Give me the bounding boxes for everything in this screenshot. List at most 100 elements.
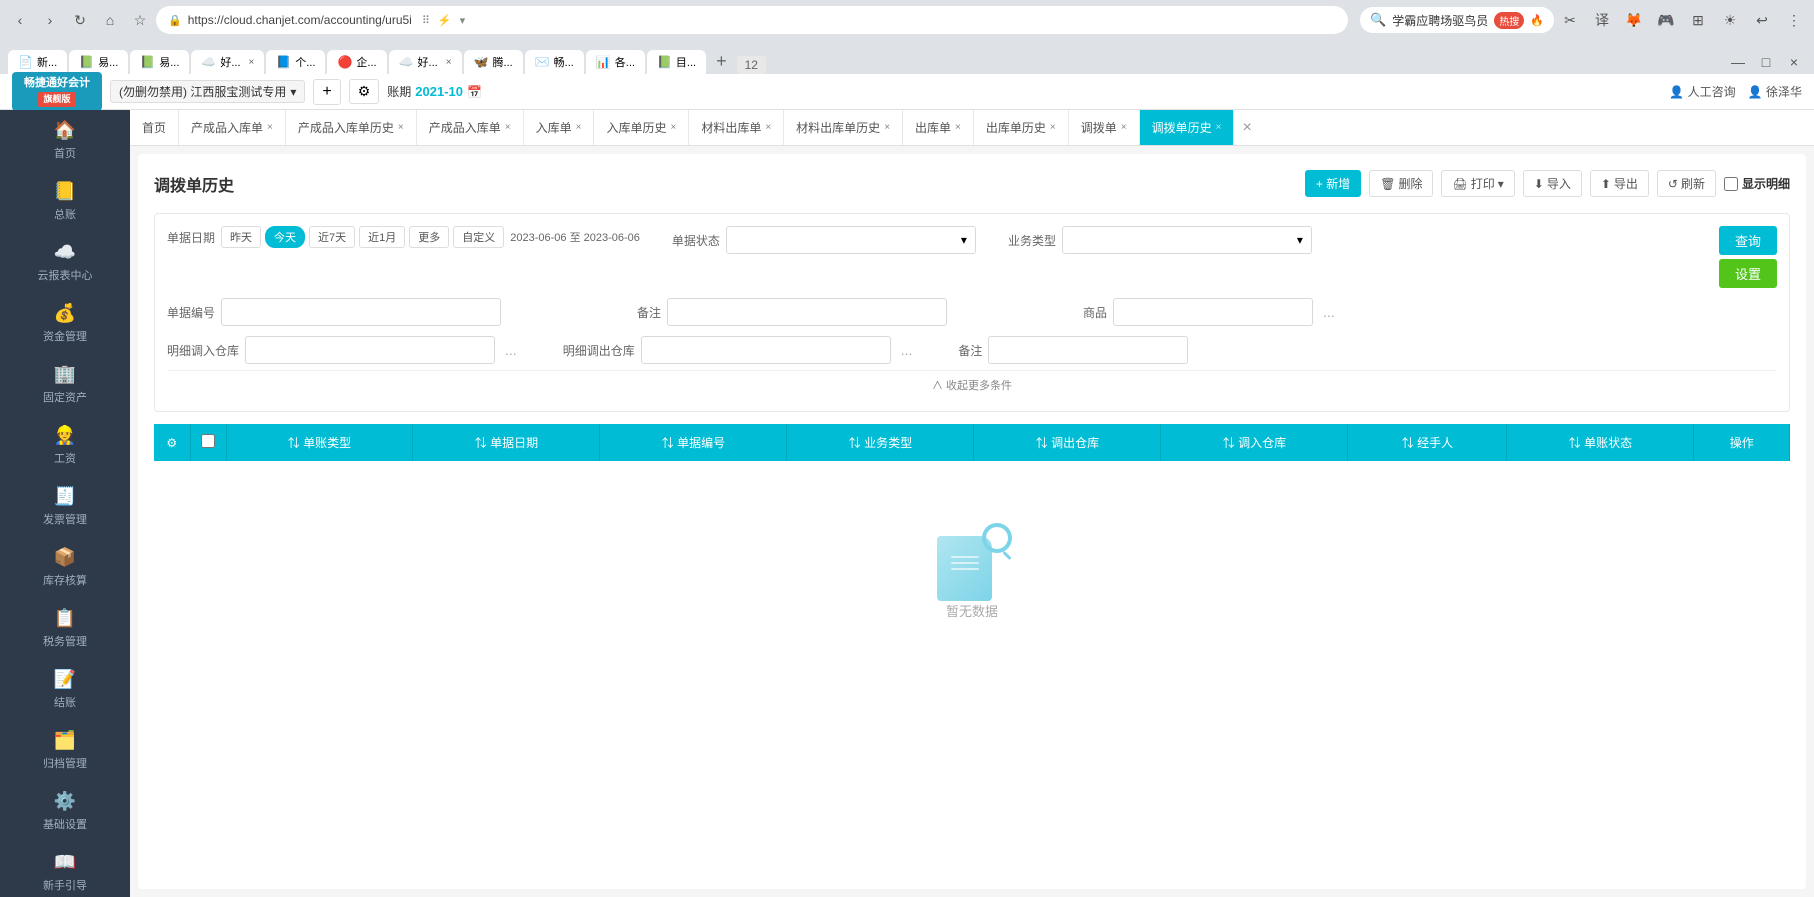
sidebar-item-payroll[interactable]: 👷 工资 [0,415,130,476]
select-all-checkbox[interactable] [201,434,215,448]
sidebar-item-close[interactable]: 📝 结账 [0,659,130,720]
browser-tab-0[interactable]: 📄 新... [8,50,67,74]
browser-tab-9[interactable]: 📊 各... [586,50,645,74]
page-tab-6[interactable]: 材料出库单 × [689,110,784,146]
page-tab-3[interactable]: 产成品入库单 × [417,110,524,146]
display-toggle-label[interactable]: 显示明细 [1724,175,1790,192]
page-tab-4[interactable]: 入库单 × [524,110,595,146]
maximize-button[interactable]: □ [1754,50,1778,74]
browser-tab-2[interactable]: 📗 易... [130,50,189,74]
page-tab-8[interactable]: 出库单 × [903,110,974,146]
refresh-doc-button[interactable]: ↺ 刷新 [1657,170,1716,197]
translate-button[interactable]: 译 [1590,8,1614,32]
collapse-filter-button[interactable]: ∧ 收起更多条件 [167,370,1777,399]
sidebar-item-tax[interactable]: 📋 税务管理 [0,598,130,659]
sidebar-item-inventory[interactable]: 📦 库存核算 [0,537,130,598]
page-tab-2[interactable]: 产成品入库单历史 × [286,110,417,146]
tab-close-6[interactable]: × [446,57,452,68]
sidebar-item-archive[interactable]: 🗂️ 归档管理 [0,720,130,781]
back-button[interactable]: ‹ [8,8,32,32]
page-tab-3-close[interactable]: × [505,122,511,133]
browser-tab-1[interactable]: 📗 易... [69,50,128,74]
page-tab-2-close[interactable]: × [398,122,404,133]
page-tab-7-close[interactable]: × [884,122,890,133]
close-all-tabs-button[interactable]: × [1234,119,1259,137]
delete-doc-button[interactable]: 🗑 删除 [1369,170,1433,197]
sidebar-item-invoice[interactable]: 🧾 发票管理 [0,476,130,537]
date-btn-custom[interactable]: 自定义 [453,226,504,248]
tab-count-badge[interactable]: 12 [737,56,766,74]
sidebar-item-report[interactable]: ☁️ 云报表中心 [0,232,130,293]
browser-tab-6[interactable]: ☁️ 好... × [389,50,462,74]
user-info[interactable]: 👤 徐泽华 [1748,83,1802,100]
detail-out-input[interactable] [641,336,891,364]
tab-close-3[interactable]: × [249,57,255,68]
date-btn-yesterday[interactable]: 昨天 [221,226,261,248]
note2-input[interactable] [988,336,1188,364]
page-tab-1-close[interactable]: × [267,122,273,133]
page-tab-9[interactable]: 出库单历史 × [974,110,1069,146]
biztype-select[interactable]: ▾ [1062,226,1312,254]
address-bar[interactable]: 🔒 https://cloud.chanjet.com/accounting/u… [156,6,1348,34]
service-link[interactable]: 👤 人工咨询 [1669,83,1735,100]
bookmark-button[interactable]: ☆ [128,8,152,32]
close-window-button[interactable]: × [1782,50,1806,74]
date-btn-more[interactable]: 更多 [409,226,449,248]
search-bar[interactable]: 🔍 学霸应聘场驱鸟员 热搜 🔥 [1360,7,1554,33]
page-tab-11-close[interactable]: × [1216,122,1222,133]
company-selector[interactable]: (勿删勿禁用) 江西服宝测试专用 ▾ [110,80,305,103]
table-th-docdate[interactable]: ⇅ 单据日期 [413,424,600,461]
goods-more-icon[interactable]: ... [1323,304,1335,320]
layout-button[interactable]: ⊞ [1686,8,1710,32]
sidebar-item-guide[interactable]: 📖 新手引导 [0,842,130,897]
history-back[interactable]: ↩ [1750,8,1774,32]
date-btn-1month[interactable]: 近1月 [359,226,405,248]
page-tab-home[interactable]: 首页 [130,110,179,146]
game-button[interactable]: 🎮 [1654,8,1678,32]
reload-button[interactable]: ↻ [68,8,92,32]
table-th-inwarehouse[interactable]: ⇅ 调入仓库 [1161,424,1348,461]
page-tab-10[interactable]: 调拨单 × [1069,110,1140,146]
export-doc-button[interactable]: ⬆ 导出 [1590,170,1649,197]
table-settings-icon[interactable]: ⚙ [166,436,177,450]
settings-gear-button[interactable]: ⚙ [349,79,380,104]
import-doc-button[interactable]: ⬇ 导入 [1523,170,1582,197]
page-tab-1[interactable]: 产成品入库单 × [179,110,286,146]
new-doc-button[interactable]: + 新增 [1305,170,1361,197]
detail-out-more-icon[interactable]: ... [901,342,913,358]
new-tab-button[interactable]: + [708,49,735,74]
page-tab-8-close[interactable]: × [955,122,961,133]
menu-button[interactable]: ⋮ [1782,8,1806,32]
table-checkbox-th[interactable] [190,424,226,461]
note-input[interactable] [667,298,947,326]
table-th-biztype[interactable]: ⇅ 业务类型 [787,424,974,461]
browser-tab-8[interactable]: ✉️ 畅... [525,50,584,74]
browser-tab-10[interactable]: 📗 目... [647,50,706,74]
sidebar-item-fund[interactable]: 💰 资金管理 [0,293,130,354]
browser-tab-7[interactable]: 🦋 腾... [464,50,523,74]
add-company-button[interactable]: + [313,79,340,105]
display-toggle-checkbox[interactable] [1724,177,1738,191]
wallet-button[interactable]: 🦊 [1622,8,1646,32]
sidebar-item-settings[interactable]: ⚙️ 基础设置 [0,781,130,842]
page-tab-6-close[interactable]: × [765,122,771,133]
sidebar-item-home[interactable]: 🏠 首页 [0,110,130,171]
goods-input[interactable] [1113,298,1313,326]
home-button[interactable]: ⌂ [98,8,122,32]
date-btn-7days[interactable]: 近7天 [309,226,355,248]
table-th-docstatus[interactable]: ⇅ 单账状态 [1507,424,1694,461]
browser-tab-3[interactable]: ☁️ 好... × [191,50,264,74]
page-tab-5-close[interactable]: × [670,122,676,133]
table-th-doctype[interactable]: ⇅ 单账类型 [226,424,413,461]
theme-button[interactable]: ☀ [1718,8,1742,32]
table-settings-th[interactable]: ⚙ [154,424,190,461]
minimize-button[interactable]: — [1726,50,1750,74]
table-th-outwarehouse[interactable]: ⇅ 调出仓库 [974,424,1161,461]
period-selector[interactable]: 账期 2021-10 📅 [387,83,482,100]
forward-button[interactable]: › [38,8,62,32]
page-tab-4-close[interactable]: × [576,122,582,133]
browser-tab-4[interactable]: 📘 个... [266,50,325,74]
page-tab-5[interactable]: 入库单历史 × [594,110,689,146]
detail-in-more-icon[interactable]: ... [505,342,517,358]
page-tab-10-close[interactable]: × [1121,122,1127,133]
